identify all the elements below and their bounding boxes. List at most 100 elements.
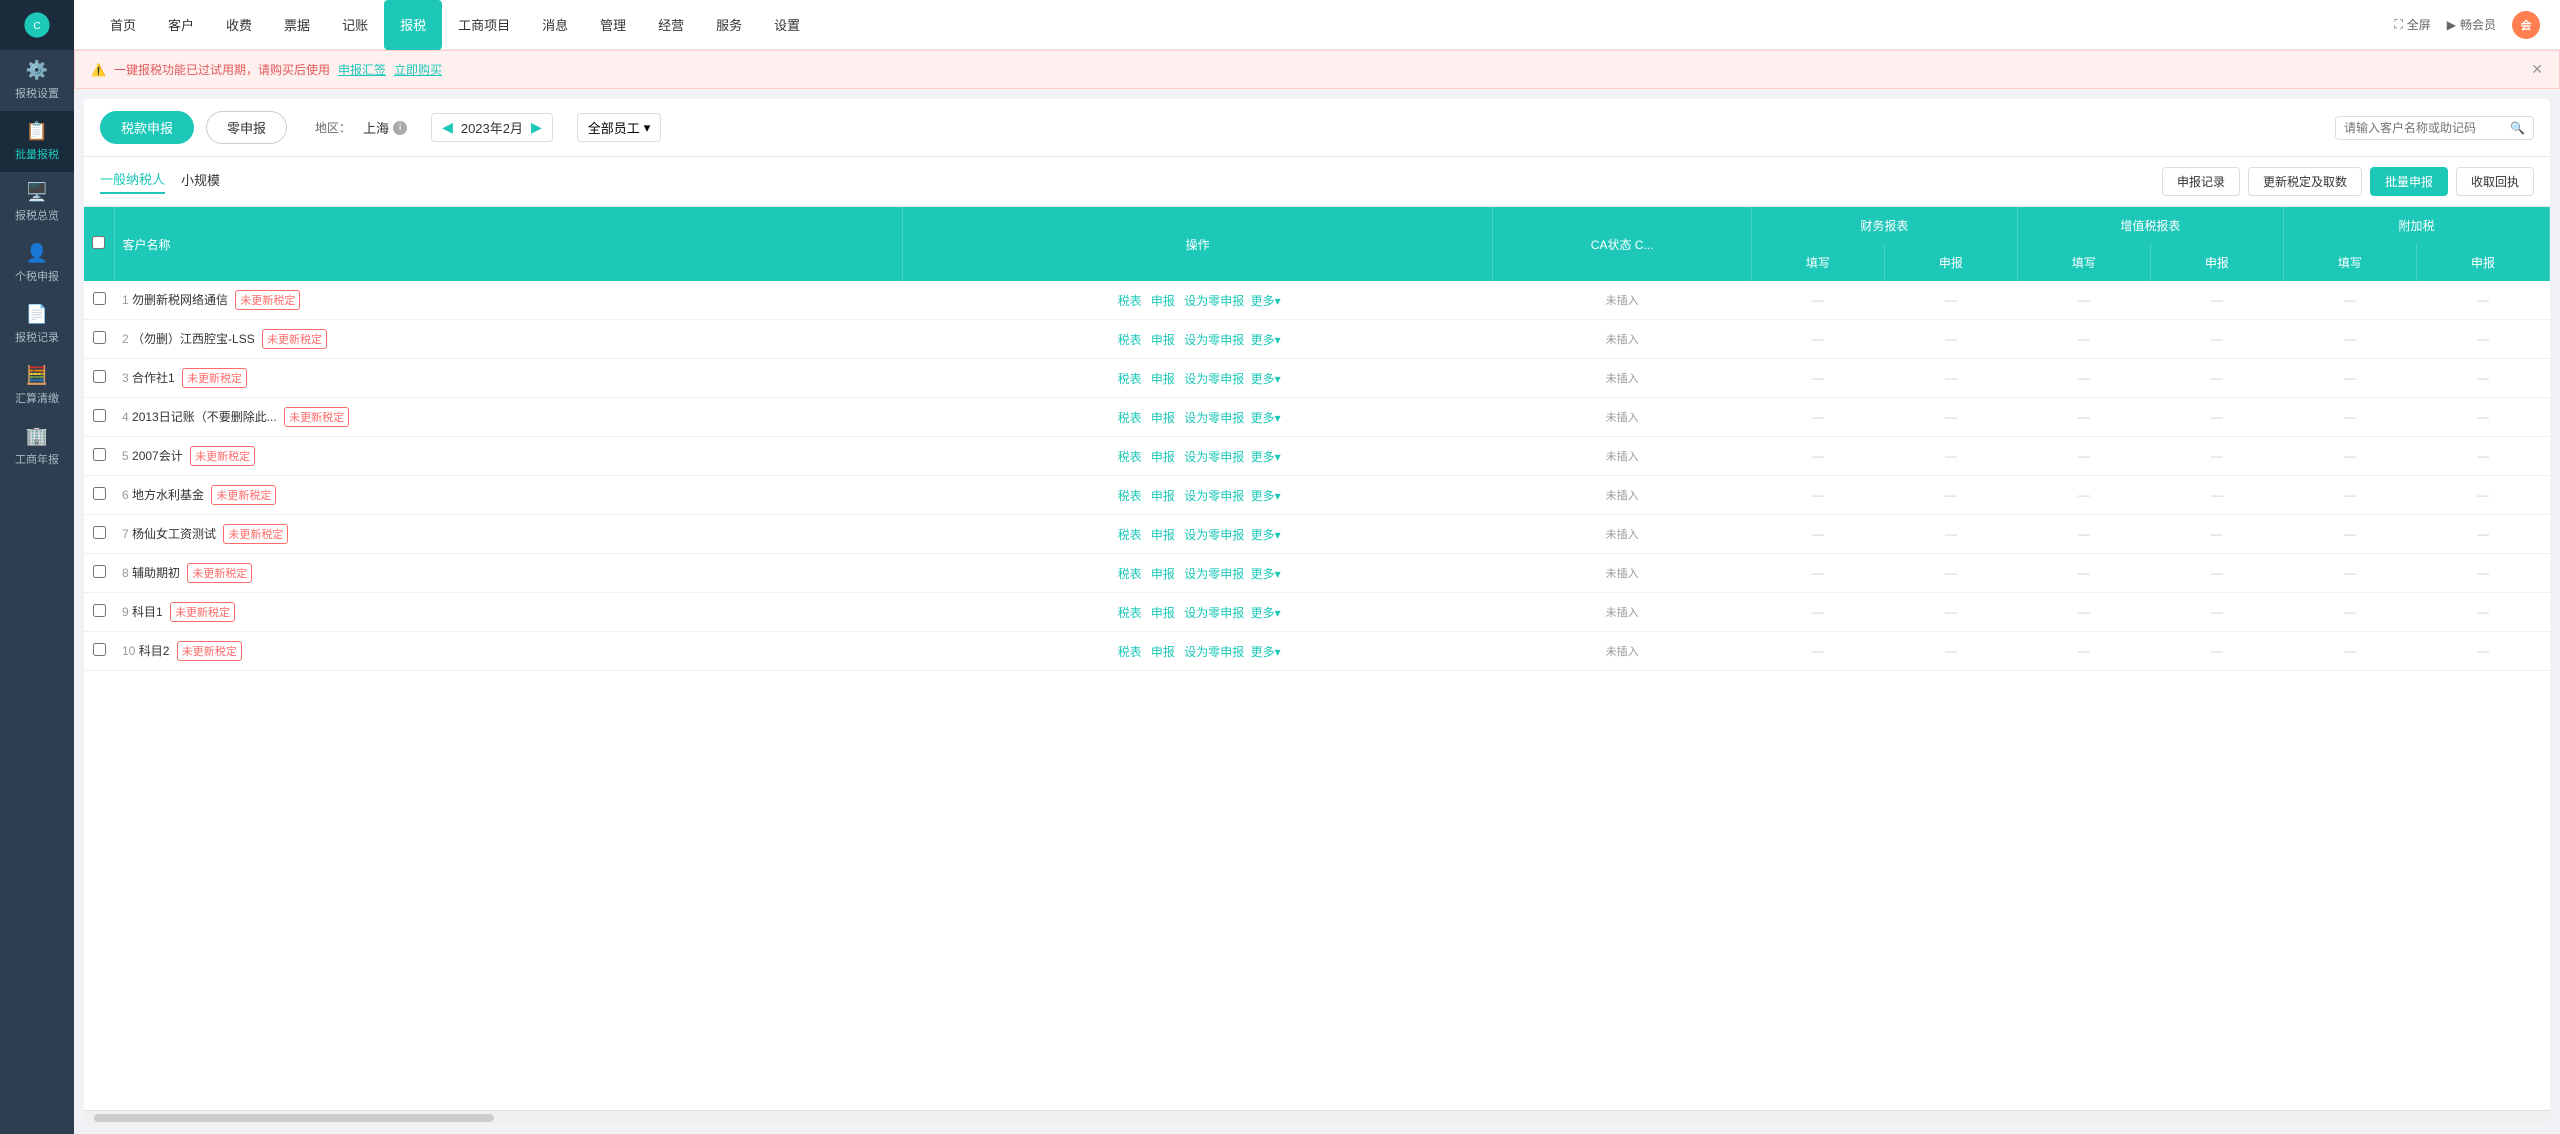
op-more[interactable]: 更多▾ xyxy=(1251,333,1281,347)
op-declare[interactable]: 申报 xyxy=(1151,333,1175,347)
sidebar-item-batch-tax[interactable]: 📋 批量报税 xyxy=(0,111,74,172)
tab-small-scale[interactable]: 小规模 xyxy=(181,170,220,193)
tab-zero-declaration[interactable]: 零申报 xyxy=(206,111,287,144)
op-tax-table[interactable]: 税表 xyxy=(1118,489,1142,503)
nav-manage[interactable]: 管理 xyxy=(584,0,642,50)
upgrade-btn[interactable]: ▶ 畅会员 xyxy=(2447,16,2496,33)
op-more[interactable]: 更多▾ xyxy=(1251,645,1281,659)
nav-tax[interactable]: 报税 xyxy=(384,0,442,50)
nav-settings[interactable]: 设置 xyxy=(758,0,816,50)
op-declare[interactable]: 申报 xyxy=(1151,450,1175,464)
select-all-checkbox[interactable] xyxy=(92,236,105,249)
op-more[interactable]: 更多▾ xyxy=(1251,528,1281,542)
sidebar-item-annual-report[interactable]: 🏢 工商年报 xyxy=(0,416,74,477)
sidebar-item-personal-tax[interactable]: 👤 个税申报 xyxy=(0,233,74,294)
date-next-btn[interactable]: ▶ xyxy=(531,119,542,136)
horizontal-scrollbar[interactable] xyxy=(84,1110,2550,1124)
fullscreen-btn[interactable]: ⛶ 全屏 xyxy=(2394,16,2430,33)
nav-invoice[interactable]: 票据 xyxy=(268,0,326,50)
op-tax-table[interactable]: 税表 xyxy=(1118,333,1142,347)
op-more[interactable]: 更多▾ xyxy=(1251,489,1281,503)
row-checkbox[interactable] xyxy=(93,409,106,422)
row-checkbox[interactable] xyxy=(93,565,106,578)
row-checkbox[interactable] xyxy=(93,604,106,617)
region-label: 地区： xyxy=(315,119,351,136)
sidebar-item-tax-record[interactable]: 📄 报税记录 xyxy=(0,294,74,355)
btn-collect-receipt[interactable]: 收取回执 xyxy=(2456,167,2534,196)
btn-declaration-record[interactable]: 申报记录 xyxy=(2162,167,2240,196)
row-cell-5: — xyxy=(2416,593,2549,632)
btn-batch-declare[interactable]: 批量申报 xyxy=(2370,167,2448,196)
banner-close-btn[interactable]: ✕ xyxy=(2531,61,2543,78)
btn-update-tax[interactable]: 更新税定及取数 xyxy=(2248,167,2362,196)
date-prev-btn[interactable]: ◀ xyxy=(442,119,453,136)
op-declare[interactable]: 申报 xyxy=(1151,645,1175,659)
op-tax-table[interactable]: 税表 xyxy=(1118,528,1142,542)
op-zero-declare[interactable]: 设为零申报 xyxy=(1184,372,1244,386)
op-more[interactable]: 更多▾ xyxy=(1251,372,1281,386)
date-navigator: ◀ 2023年2月 ▶ xyxy=(431,113,553,142)
row-checkbox[interactable] xyxy=(93,448,106,461)
op-tax-table[interactable]: 税表 xyxy=(1118,450,1142,464)
row-checkbox[interactable] xyxy=(93,370,106,383)
op-zero-declare[interactable]: 设为零申报 xyxy=(1184,333,1244,347)
op-zero-declare[interactable]: 设为零申报 xyxy=(1184,450,1244,464)
nav-ops[interactable]: 经营 xyxy=(642,0,700,50)
tab-general-taxpayer[interactable]: 一般纳税人 xyxy=(100,169,165,194)
scroll-thumb[interactable] xyxy=(94,1114,494,1122)
row-checkbox[interactable] xyxy=(93,487,106,500)
banner-link-report[interactable]: 申报汇签 xyxy=(338,61,386,78)
nav-billing[interactable]: 收费 xyxy=(210,0,268,50)
nav-client[interactable]: 客户 xyxy=(152,0,210,50)
row-cell-1: — xyxy=(1884,281,2017,320)
op-tax-table[interactable]: 税表 xyxy=(1118,372,1142,386)
nav-service[interactable]: 服务 xyxy=(700,0,758,50)
op-zero-declare[interactable]: 设为零申报 xyxy=(1184,294,1244,308)
tab-tax-declaration[interactable]: 税款申报 xyxy=(100,111,194,144)
sidebar-item-tax-overview[interactable]: 🖥️ 报税总览 xyxy=(0,172,74,233)
avatar[interactable]: 会 xyxy=(2512,11,2540,39)
op-more[interactable]: 更多▾ xyxy=(1251,294,1281,308)
op-zero-declare[interactable]: 设为零申报 xyxy=(1184,645,1244,659)
op-declare[interactable]: 申报 xyxy=(1151,489,1175,503)
op-declare[interactable]: 申报 xyxy=(1151,372,1175,386)
op-zero-declare[interactable]: 设为零申报 xyxy=(1184,411,1244,425)
op-declare[interactable]: 申报 xyxy=(1151,567,1175,581)
row-cell-4: — xyxy=(2283,359,2416,398)
op-tax-table[interactable]: 税表 xyxy=(1118,294,1142,308)
op-tax-table[interactable]: 税表 xyxy=(1118,411,1142,425)
nav-bookkeeping[interactable]: 记账 xyxy=(326,0,384,50)
app-logo[interactable]: C xyxy=(0,0,74,50)
op-more[interactable]: 更多▾ xyxy=(1251,450,1281,464)
nav-business[interactable]: 工商项目 xyxy=(442,0,526,50)
sidebar-item-settlement[interactable]: 🧮 汇算清缴 xyxy=(0,355,74,416)
search-icon[interactable]: 🔍 xyxy=(2510,121,2525,135)
region-info-icon[interactable]: i xyxy=(393,121,407,135)
op-tax-table[interactable]: 税表 xyxy=(1118,606,1142,620)
op-declare[interactable]: 申报 xyxy=(1151,606,1175,620)
op-zero-declare[interactable]: 设为零申报 xyxy=(1184,489,1244,503)
op-more[interactable]: 更多▾ xyxy=(1251,567,1281,581)
op-declare[interactable]: 申报 xyxy=(1151,294,1175,308)
search-input[interactable] xyxy=(2344,121,2504,135)
row-checkbox[interactable] xyxy=(93,526,106,539)
row-operations: 税表 申报 设为零申报 更多▾ xyxy=(902,515,1493,554)
op-more[interactable]: 更多▾ xyxy=(1251,606,1281,620)
op-tax-table[interactable]: 税表 xyxy=(1118,645,1142,659)
op-declare[interactable]: 申报 xyxy=(1151,528,1175,542)
data-table: 客户名称 操作 CA状态 C... 财务报表 增值税报表 附加税 填写 申报 xyxy=(84,207,2550,671)
row-checkbox[interactable] xyxy=(93,331,106,344)
staff-selector[interactable]: 全部员工 ▾ xyxy=(577,113,662,142)
sidebar-item-tax-settings[interactable]: ⚙️ 报税设置 xyxy=(0,50,74,111)
nav-message[interactable]: 消息 xyxy=(526,0,584,50)
row-checkbox[interactable] xyxy=(93,292,106,305)
op-tax-table[interactable]: 税表 xyxy=(1118,567,1142,581)
op-more[interactable]: 更多▾ xyxy=(1251,411,1281,425)
op-zero-declare[interactable]: 设为零申报 xyxy=(1184,567,1244,581)
banner-link-buy[interactable]: 立即购买 xyxy=(394,61,442,78)
op-zero-declare[interactable]: 设为零申报 xyxy=(1184,606,1244,620)
op-zero-declare[interactable]: 设为零申报 xyxy=(1184,528,1244,542)
nav-home[interactable]: 首页 xyxy=(94,0,152,50)
op-declare[interactable]: 申报 xyxy=(1151,411,1175,425)
row-checkbox[interactable] xyxy=(93,643,106,656)
